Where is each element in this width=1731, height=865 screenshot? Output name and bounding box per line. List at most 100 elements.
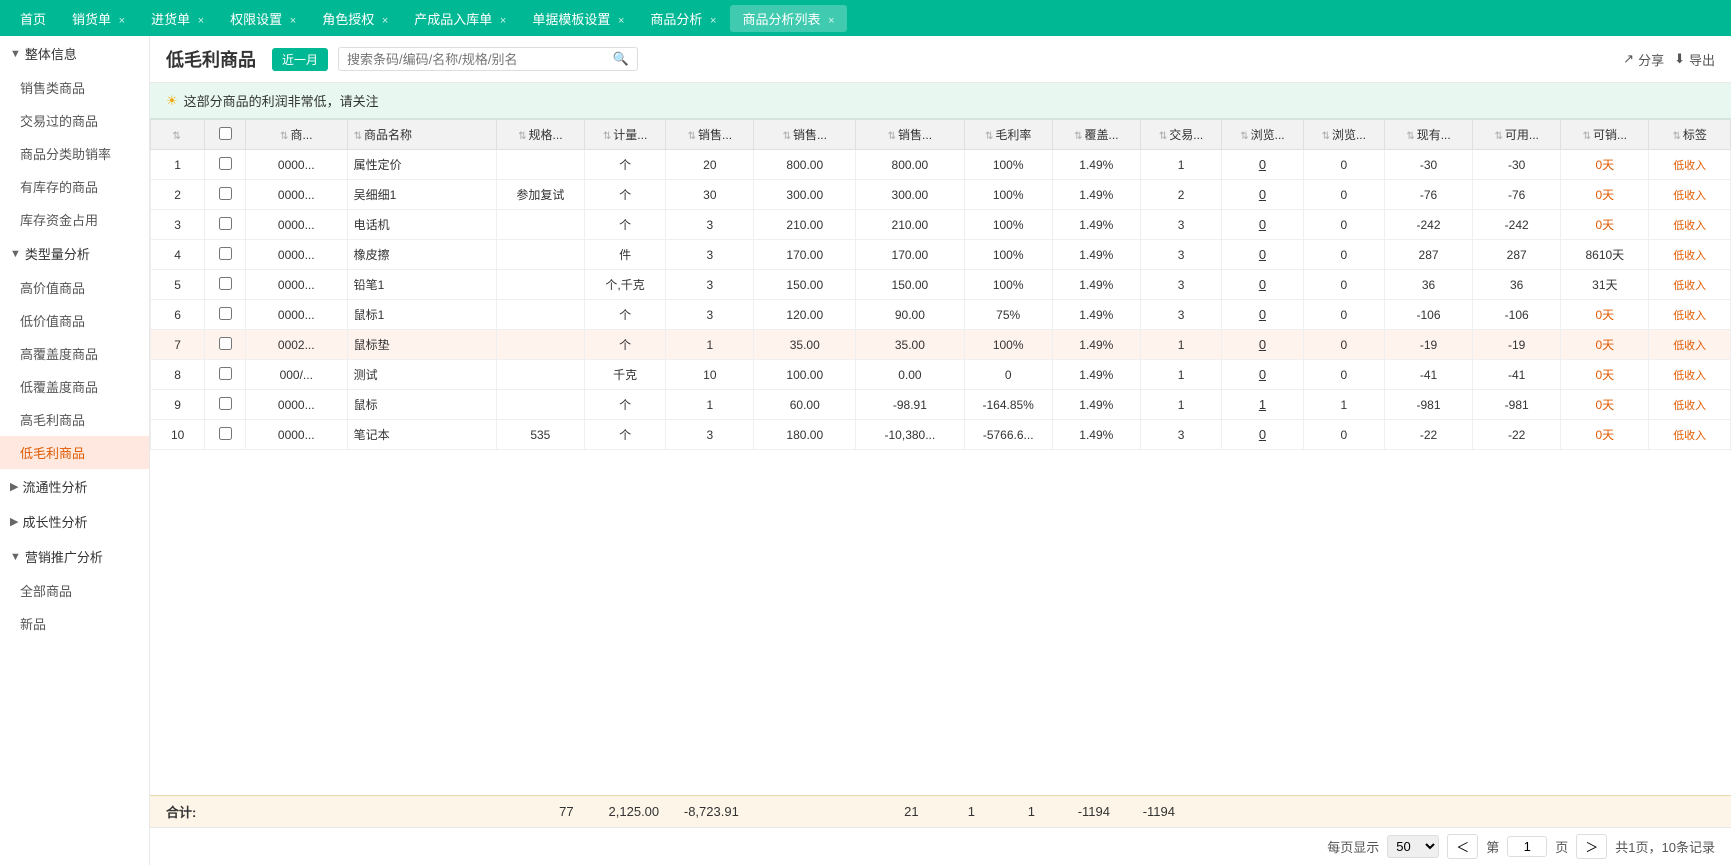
row-view1[interactable]: 0 <box>1222 210 1303 240</box>
export-button[interactable]: ⬇ 导出 <box>1674 50 1715 69</box>
sidebar-item-high-gross[interactable]: 高毛利商品 <box>0 403 149 436</box>
sidebar-item-low-gross[interactable]: 低毛利商品 <box>0 436 149 469</box>
row-view1[interactable]: 0 <box>1222 300 1303 330</box>
row-checkbox-cell[interactable] <box>205 300 246 330</box>
nav-template[interactable]: 单据模板设置 × <box>520 5 636 32</box>
row-checkbox-cell[interactable] <box>205 150 246 180</box>
next-page-button[interactable]: ＞ <box>1576 834 1607 859</box>
row-view1[interactable]: 0 <box>1222 270 1303 300</box>
search-input[interactable] <box>347 52 613 67</box>
sidebar-group-marketing-label: 营销推广分析 <box>25 547 103 566</box>
nav-sales-close[interactable]: × <box>119 15 125 27</box>
row-view1[interactable]: 0 <box>1222 360 1303 390</box>
sidebar-group-growth[interactable]: ▶ 成长性分析 <box>0 504 149 539</box>
sidebar-item-stock-capital[interactable]: 库存资金占用 <box>0 203 149 236</box>
th-code[interactable]: ⇅商... <box>245 120 347 150</box>
row-checkbox-cell[interactable] <box>205 360 246 390</box>
th-unit[interactable]: ⇅计量... <box>584 120 665 150</box>
total-label: 合计: <box>166 802 196 821</box>
sidebar-group-flow[interactable]: ▶ 流通性分析 <box>0 469 149 504</box>
row-checkbox[interactable] <box>219 307 232 320</box>
sidebar-item-high-value[interactable]: 高价值商品 <box>0 271 149 304</box>
nav-product-close[interactable]: × <box>500 15 506 27</box>
row-checkbox[interactable] <box>219 217 232 230</box>
select-all-checkbox[interactable] <box>219 127 232 140</box>
nav-sales[interactable]: 销货单 × <box>60 5 137 32</box>
row-view1[interactable]: 0 <box>1222 330 1303 360</box>
th-tag[interactable]: ⇅标签 <box>1649 120 1731 150</box>
row-view1[interactable]: 0 <box>1222 180 1303 210</box>
th-sellable[interactable]: ⇅可销... <box>1561 120 1649 150</box>
nav-analysis-list[interactable]: 商品分析列表 × <box>730 5 846 32</box>
nav-role[interactable]: 角色授权 × <box>310 5 400 32</box>
sidebar-item-new-goods[interactable]: 新品 <box>0 607 149 640</box>
row-checkbox[interactable] <box>219 187 232 200</box>
row-checkbox[interactable] <box>219 277 232 290</box>
row-view1[interactable]: 1 <box>1222 390 1303 420</box>
th-trade[interactable]: ⇅交易... <box>1140 120 1221 150</box>
nav-purchase[interactable]: 进货单 × <box>139 5 216 32</box>
row-checkbox-cell[interactable] <box>205 180 246 210</box>
th-gross-margin[interactable]: ⇅毛利率 <box>964 120 1052 150</box>
row-checkbox-cell[interactable] <box>205 390 246 420</box>
th-view2[interactable]: ⇅浏览... <box>1303 120 1384 150</box>
nav-analysis-list-close[interactable]: × <box>828 15 834 27</box>
sidebar-item-low-value[interactable]: 低价值商品 <box>0 304 149 337</box>
row-checkbox[interactable] <box>219 427 232 440</box>
th-available[interactable]: ⇅可用... <box>1473 120 1561 150</box>
th-sale-amount[interactable]: ⇅销售... <box>754 120 856 150</box>
nav-analysis-close[interactable]: × <box>710 15 716 27</box>
th-spec[interactable]: ⇅规格... <box>496 120 584 150</box>
row-checkbox-cell[interactable] <box>205 420 246 450</box>
prev-page-button[interactable]: ＜ <box>1447 834 1478 859</box>
sidebar-item-stock-goods[interactable]: 有库存的商品 <box>0 170 149 203</box>
sidebar-item-high-cover[interactable]: 高覆盖度商品 <box>0 337 149 370</box>
th-name[interactable]: ⇅商品名称 <box>347 120 496 150</box>
filter-recent-month-button[interactable]: 近一月 <box>272 48 328 71</box>
sidebar-group-marketing[interactable]: ▼ 营销推广分析 <box>0 539 149 574</box>
page-number-input[interactable] <box>1507 836 1547 857</box>
sidebar-item-sales-goods[interactable]: 销售类商品 <box>0 71 149 104</box>
per-page-select[interactable]: 50 100 200 <box>1387 835 1439 858</box>
row-trade: 1 <box>1140 330 1221 360</box>
sidebar-item-category-rate[interactable]: 商品分类助销率 <box>0 137 149 170</box>
nav-template-close[interactable]: × <box>618 15 624 27</box>
nav-home[interactable]: 首页 <box>8 5 58 32</box>
row-checkbox[interactable] <box>219 337 232 350</box>
share-button[interactable]: ↗ 分享 <box>1623 50 1664 69</box>
sidebar-group-type[interactable]: ▼ 类型量分析 <box>0 236 149 271</box>
row-checkbox-cell[interactable] <box>205 240 246 270</box>
nav-product[interactable]: 产成品入库单 × <box>402 5 518 32</box>
sidebar-item-traded-goods[interactable]: 交易过的商品 <box>0 104 149 137</box>
row-view1[interactable]: 0 <box>1222 240 1303 270</box>
table-row: 1 0000... 属性定价 个 20 800.00 800.00 100% 1… <box>151 150 1731 180</box>
row-checkbox-cell[interactable] <box>205 270 246 300</box>
th-sale-qty[interactable]: ⇅销售... <box>666 120 754 150</box>
row-view1[interactable]: 0 <box>1222 150 1303 180</box>
search-icon[interactable]: 🔍 <box>613 51 629 67</box>
th-coverage[interactable]: ⇅覆盖... <box>1052 120 1140 150</box>
row-checkbox[interactable] <box>219 247 232 260</box>
th-sale-profit[interactable]: ⇅销售... <box>856 120 964 150</box>
chevron-right-icon: ▶ <box>10 480 18 493</box>
row-checkbox[interactable] <box>219 157 232 170</box>
nav-perm-close[interactable]: × <box>290 15 296 27</box>
sidebar-item-all-goods[interactable]: 全部商品 <box>0 574 149 607</box>
sidebar-item-low-cover[interactable]: 低覆盖度商品 <box>0 370 149 403</box>
nav-analysis[interactable]: 商品分析 × <box>638 5 728 32</box>
row-checkbox-cell[interactable] <box>205 330 246 360</box>
th-check[interactable] <box>205 120 246 150</box>
nav-perm[interactable]: 权限设置 × <box>218 5 308 32</box>
table-wrapper[interactable]: ⇅ ⇅商... ⇅商品名称 ⇅规格... ⇅计量... ⇅销售... ⇅销售..… <box>150 119 1731 795</box>
row-checkbox-cell[interactable] <box>205 210 246 240</box>
row-view1[interactable]: 0 <box>1222 420 1303 450</box>
search-box[interactable]: 🔍 <box>338 47 638 71</box>
row-checkbox[interactable] <box>219 367 232 380</box>
row-checkbox[interactable] <box>219 397 232 410</box>
th-num[interactable]: ⇅ <box>151 120 205 150</box>
th-current[interactable]: ⇅现有... <box>1384 120 1472 150</box>
sidebar-group-overall[interactable]: ▼ 整体信息 <box>0 36 149 71</box>
nav-role-close[interactable]: × <box>382 15 388 27</box>
th-view1[interactable]: ⇅浏览... <box>1222 120 1303 150</box>
nav-purchase-close[interactable]: × <box>198 15 204 27</box>
